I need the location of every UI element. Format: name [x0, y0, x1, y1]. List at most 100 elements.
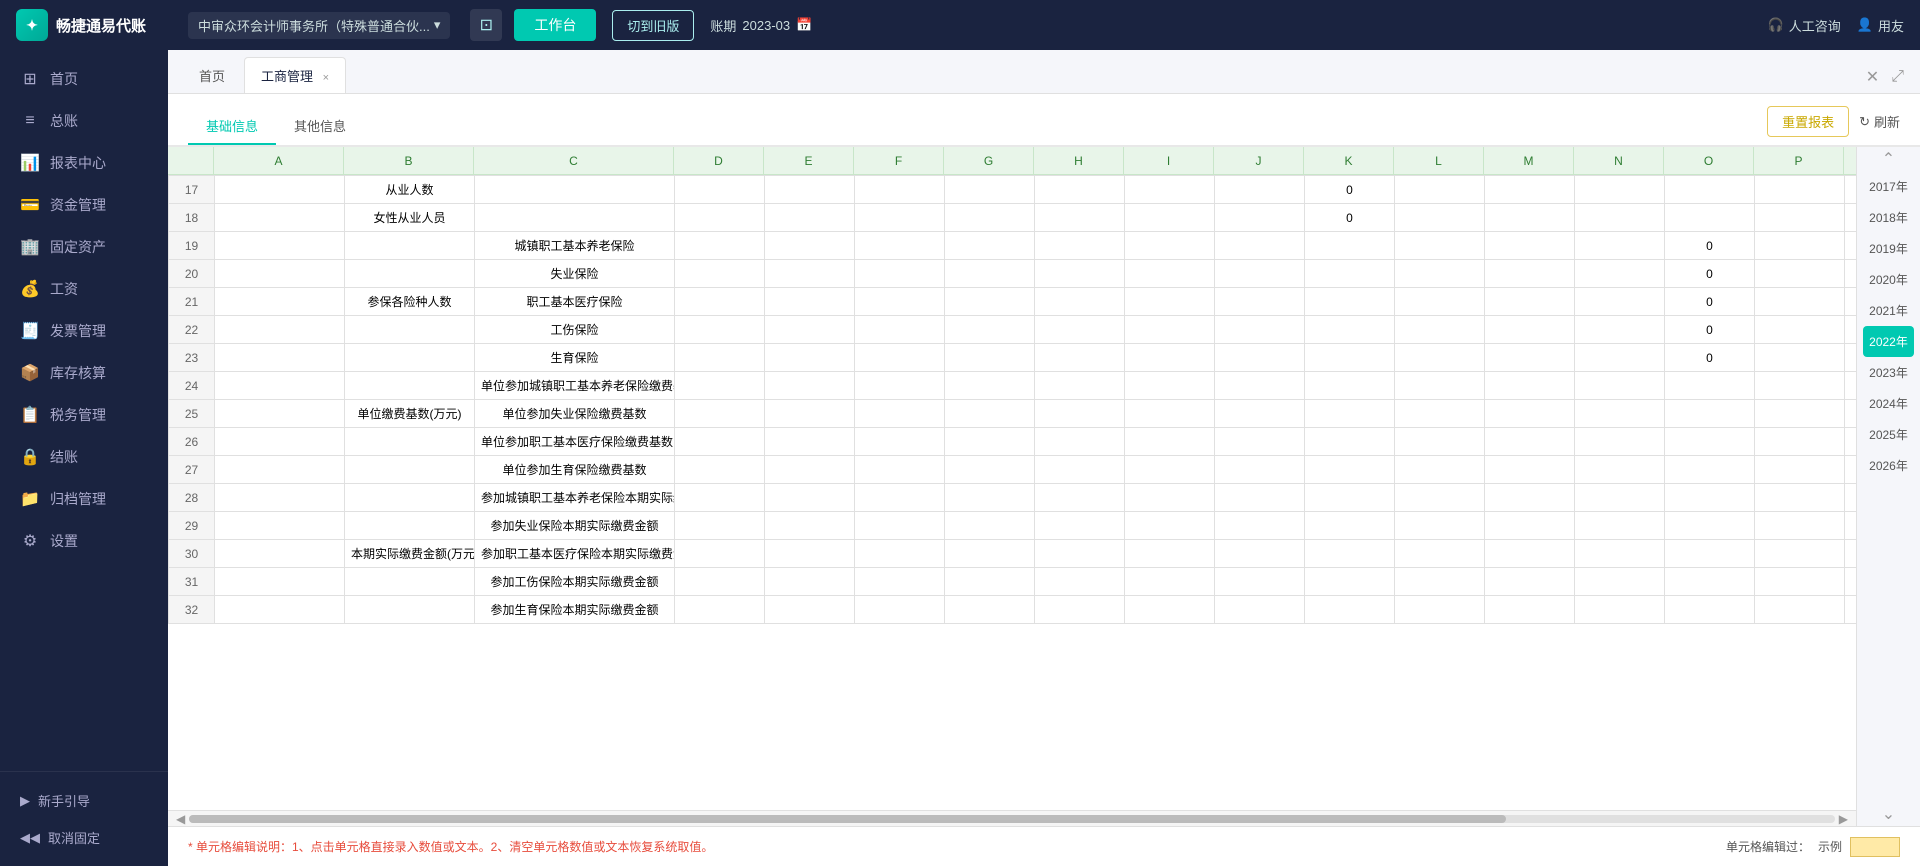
cell-r20-F[interactable]	[855, 260, 945, 288]
cell-r24-M[interactable]	[1485, 372, 1575, 400]
cell-r24-P[interactable]	[1755, 372, 1845, 400]
cell-r31-A[interactable]	[215, 568, 345, 596]
cell-r19-P[interactable]	[1755, 232, 1845, 260]
cell-r31-K[interactable]	[1305, 568, 1395, 596]
cell-r18-A[interactable]	[215, 204, 345, 232]
cell-r31-F[interactable]	[855, 568, 945, 596]
cell-r18-C[interactable]	[475, 204, 675, 232]
cell-r19-Q[interactable]	[1845, 232, 1857, 260]
cell-r31-C[interactable]: 参加工伤保险本期实际缴费金额	[475, 568, 675, 596]
cell-r26-L[interactable]	[1395, 428, 1485, 456]
cell-r30-P[interactable]	[1755, 540, 1845, 568]
cell-r29-C[interactable]: 参加失业保险本期实际缴费金额	[475, 512, 675, 540]
cell-r24-H[interactable]	[1035, 372, 1125, 400]
sidebar-item-archive[interactable]: 📁归档管理	[0, 478, 168, 520]
cell-r18-M[interactable]	[1485, 204, 1575, 232]
cell-r26-I[interactable]	[1125, 428, 1215, 456]
cell-r32-H[interactable]	[1035, 596, 1125, 624]
cell-r17-E[interactable]	[765, 176, 855, 204]
cell-r21-C[interactable]: 职工基本医疗保险	[475, 288, 675, 316]
cell-r29-Q[interactable]	[1845, 512, 1857, 540]
cell-r26-J[interactable]	[1215, 428, 1305, 456]
cell-r23-O[interactable]: 0	[1665, 344, 1755, 372]
cell-r32-E[interactable]	[765, 596, 855, 624]
cell-r27-L[interactable]	[1395, 456, 1485, 484]
sidebar-item-home[interactable]: ⊞首页	[0, 58, 168, 100]
cell-r25-J[interactable]	[1215, 400, 1305, 428]
cell-r28-F[interactable]	[855, 484, 945, 512]
cell-r19-M[interactable]	[1485, 232, 1575, 260]
cell-r19-G[interactable]	[945, 232, 1035, 260]
sidebar-item-settings[interactable]: ⚙设置	[0, 520, 168, 562]
cell-r32-B[interactable]	[345, 596, 475, 624]
cell-r31-H[interactable]	[1035, 568, 1125, 596]
cell-r20-A[interactable]	[215, 260, 345, 288]
cell-r32-K[interactable]	[1305, 596, 1395, 624]
cell-r29-I[interactable]	[1125, 512, 1215, 540]
cell-r28-N[interactable]	[1575, 484, 1665, 512]
cell-r29-J[interactable]	[1215, 512, 1305, 540]
cell-r20-M[interactable]	[1485, 260, 1575, 288]
cell-r23-A[interactable]	[215, 344, 345, 372]
cell-r25-C[interactable]: 单位参加失业保险缴费基数	[475, 400, 675, 428]
cell-r21-E[interactable]	[765, 288, 855, 316]
year-item-2026年[interactable]: 2026年	[1857, 450, 1920, 481]
close-panel-icon[interactable]: ✕	[1866, 67, 1879, 87]
cell-r17-H[interactable]	[1035, 176, 1125, 204]
cell-r32-D[interactable]	[675, 596, 765, 624]
cell-r19-B[interactable]	[345, 232, 475, 260]
cell-r29-F[interactable]	[855, 512, 945, 540]
cell-r21-M[interactable]	[1485, 288, 1575, 316]
cell-r21-J[interactable]	[1215, 288, 1305, 316]
cell-r22-K[interactable]	[1305, 316, 1395, 344]
cell-r25-I[interactable]	[1125, 400, 1215, 428]
cell-r25-L[interactable]	[1395, 400, 1485, 428]
cell-r28-P[interactable]	[1755, 484, 1845, 512]
cell-r23-J[interactable]	[1215, 344, 1305, 372]
year-item-2018年[interactable]: 2018年	[1857, 202, 1920, 233]
year-item-2017年[interactable]: 2017年	[1857, 171, 1920, 202]
cell-r28-Q[interactable]	[1845, 484, 1857, 512]
cell-r23-G[interactable]	[945, 344, 1035, 372]
cell-r28-D[interactable]	[675, 484, 765, 512]
cell-r24-O[interactable]	[1665, 372, 1755, 400]
cell-r17-D[interactable]	[675, 176, 765, 204]
tab-home[interactable]: 首页	[184, 57, 240, 93]
copy-icon[interactable]: ⊡	[470, 9, 502, 41]
cell-r20-H[interactable]	[1035, 260, 1125, 288]
cell-r17-B[interactable]: 从业人数	[345, 176, 475, 204]
cell-r23-Q[interactable]	[1845, 344, 1857, 372]
cell-r28-G[interactable]	[945, 484, 1035, 512]
cell-r28-K[interactable]	[1305, 484, 1395, 512]
year-item-2024年[interactable]: 2024年	[1857, 388, 1920, 419]
old-version-button[interactable]: 切到旧版	[612, 10, 694, 41]
cell-r30-G[interactable]	[945, 540, 1035, 568]
cell-r24-Q[interactable]	[1845, 372, 1857, 400]
user-avatar[interactable]: 👤 用友	[1857, 16, 1904, 35]
cell-r29-P[interactable]	[1755, 512, 1845, 540]
cell-r22-F[interactable]	[855, 316, 945, 344]
tab-close-icon[interactable]: ×	[323, 72, 329, 84]
cell-r17-P[interactable]	[1755, 176, 1845, 204]
cell-r26-P[interactable]	[1755, 428, 1845, 456]
cell-r30-A[interactable]	[215, 540, 345, 568]
cell-r21-L[interactable]	[1395, 288, 1485, 316]
cell-r25-O[interactable]	[1665, 400, 1755, 428]
cell-r19-F[interactable]	[855, 232, 945, 260]
tab-industrial-commerce[interactable]: 工商管理 ×	[244, 57, 346, 93]
cell-r25-P[interactable]	[1755, 400, 1845, 428]
cell-r32-J[interactable]	[1215, 596, 1305, 624]
cell-r22-O[interactable]: 0	[1665, 316, 1755, 344]
cell-r20-G[interactable]	[945, 260, 1035, 288]
cell-r26-D[interactable]	[675, 428, 765, 456]
cell-r25-Q[interactable]	[1845, 400, 1857, 428]
cell-r31-Q[interactable]	[1845, 568, 1857, 596]
cell-r32-I[interactable]	[1125, 596, 1215, 624]
cell-r32-C[interactable]: 参加生育保险本期实际缴费金额	[475, 596, 675, 624]
sidebar-item-payroll[interactable]: 💰工资	[0, 268, 168, 310]
cell-r27-E[interactable]	[765, 456, 855, 484]
expand-icon[interactable]: ⤢	[1891, 68, 1904, 86]
cell-r25-A[interactable]	[215, 400, 345, 428]
cell-r18-D[interactable]	[675, 204, 765, 232]
cell-r22-H[interactable]	[1035, 316, 1125, 344]
